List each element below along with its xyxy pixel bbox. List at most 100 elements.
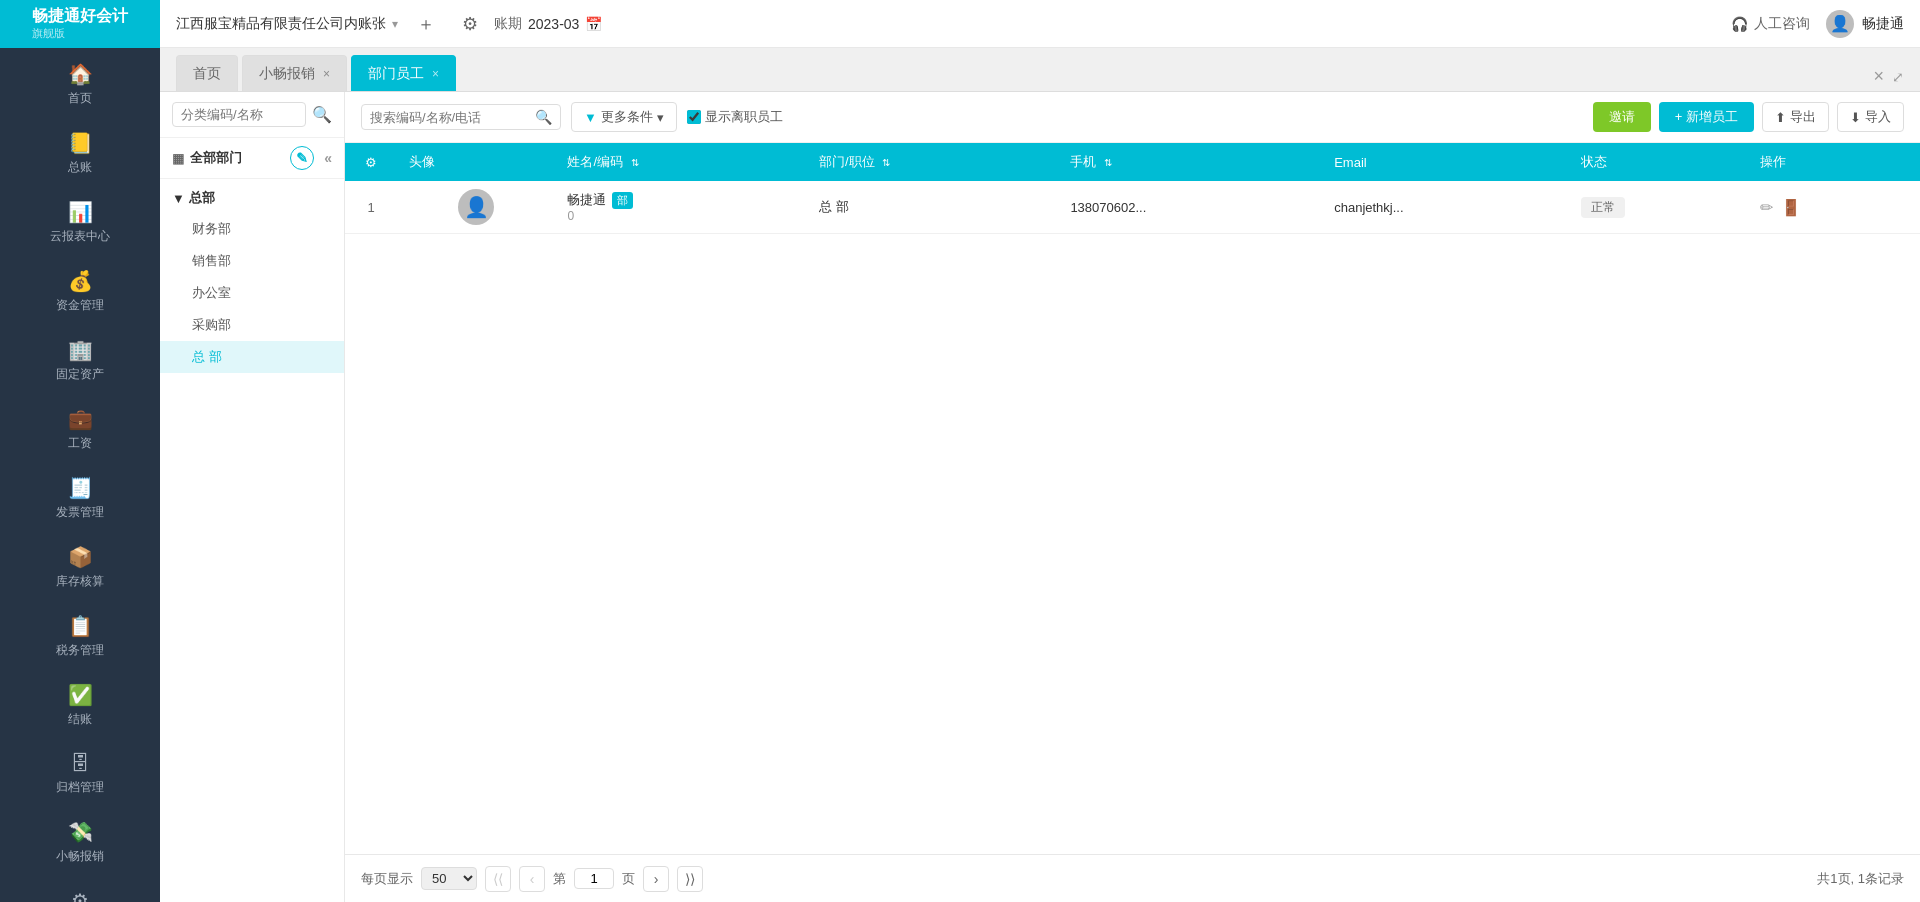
dept-header: ▦ 全部部门 ✎ « [160, 138, 344, 179]
col-phone[interactable]: 手机 ⇅ [1058, 143, 1322, 181]
logo-sub: 旗舰版 [32, 26, 128, 41]
dept-item-office[interactable]: 办公室 [160, 277, 344, 309]
first-page-button[interactable]: ⟨⟨ [485, 866, 511, 892]
col-dept[interactable]: 部门/职位 ⇅ [807, 143, 1058, 181]
invoice-icon: 🧾 [68, 476, 93, 500]
sidebar-item-assets[interactable]: 🏢 固定资产 [0, 324, 160, 393]
sidebar-item-label: 云报表中心 [50, 228, 110, 245]
period-label: 账期 [494, 15, 522, 33]
next-page-button[interactable]: › [643, 866, 669, 892]
chevron-down-icon: ▾ [657, 110, 664, 125]
calendar-icon[interactable]: 📅 [585, 16, 602, 32]
dept-item-finance[interactable]: 财务部 [160, 213, 344, 245]
show-resigned-checkbox-label[interactable]: 显示离职员工 [687, 108, 783, 126]
dept-item-sales[interactable]: 销售部 [160, 245, 344, 277]
row-status: 正常 [1569, 181, 1749, 234]
delete-button[interactable]: 🚪 [1781, 198, 1801, 217]
row-index: 1 [345, 181, 397, 234]
book-icon: 📒 [68, 131, 93, 155]
dept-search-input[interactable] [172, 102, 306, 127]
page-size-select[interactable]: 50 20 100 [421, 867, 477, 890]
dept-badge: 部 [612, 192, 633, 209]
sidebar-item-label: 结账 [68, 711, 92, 728]
page-unit-label: 第 [553, 870, 566, 888]
filter-button[interactable]: ▼ 更多条件 ▾ [571, 102, 677, 132]
sidebar-item-reports[interactable]: 📊 云报表中心 [0, 186, 160, 255]
dept-group-total: ▼ 总部 [160, 183, 344, 213]
sidebar-item-tax[interactable]: 📋 税务管理 [0, 600, 160, 669]
topbar-actions: ＋ ⚙ [410, 8, 486, 40]
period-value: 2023-03 [528, 16, 579, 32]
sidebar-item-funds[interactable]: 💰 资金管理 [0, 255, 160, 324]
close-icon[interactable]: × [432, 67, 439, 81]
row-phone: 138070602... [1058, 181, 1322, 234]
sidebar-item-label: 归档管理 [56, 779, 104, 796]
dept-item-general[interactable]: 总 部 [160, 341, 344, 373]
close-icon[interactable]: × [323, 67, 330, 81]
add-employee-button[interactable]: + 新增员工 [1659, 102, 1754, 132]
settings-icon[interactable]: ⚙ [454, 8, 486, 40]
tab-expense[interactable]: 小畅报销 × [242, 55, 347, 91]
sidebar-item-label: 税务管理 [56, 642, 104, 659]
employee-search-box[interactable]: 🔍 [361, 104, 561, 130]
col-email: Email [1322, 143, 1569, 181]
content-area: 首页 小畅报销 × 部门员工 × × ⤢ 🔍 [160, 48, 1920, 902]
pagination-total: 共1页, 1条记录 [1817, 870, 1904, 888]
sidebar-item-expense[interactable]: 💸 小畅报销 [0, 806, 160, 875]
table-row: 1 👤 畅捷通 [345, 181, 1920, 234]
main-layout: 🏠 首页 📒 总账 📊 云报表中心 💰 资金管理 🏢 固定资产 💼 工资 🧾 发… [0, 48, 1920, 902]
service-button[interactable]: 🎧 人工咨询 [1731, 15, 1810, 33]
gear-icon: ⚙ [71, 889, 89, 902]
collapse-icon[interactable]: « [324, 150, 332, 166]
dept-edit-button[interactable]: ✎ [290, 146, 314, 170]
row-dept: 总 部 [807, 181, 1058, 234]
sidebar-item-label: 总账 [68, 159, 92, 176]
add-button[interactable]: ＋ [410, 8, 442, 40]
dept-item-purchase[interactable]: 采购部 [160, 309, 344, 341]
sidebar-item-ledger[interactable]: 📒 总账 [0, 117, 160, 186]
col-action: 操作 [1748, 143, 1920, 181]
export-button[interactable]: ⬆ 导出 [1762, 102, 1829, 132]
tab-label: 首页 [193, 65, 221, 83]
search-icon[interactable]: 🔍 [535, 109, 552, 125]
service-label: 人工咨询 [1754, 15, 1810, 33]
col-name[interactable]: 姓名/编码 ⇅ [555, 143, 806, 181]
chevron-down-icon: ▾ [392, 17, 398, 31]
headset-icon: 🎧 [1731, 16, 1748, 32]
search-icon[interactable]: 🔍 [312, 105, 332, 124]
sidebar-item-archive[interactable]: 🗄 归档管理 [0, 738, 160, 806]
sidebar-item-invoice[interactable]: 🧾 发票管理 [0, 462, 160, 531]
show-resigned-checkbox[interactable] [687, 110, 701, 124]
dept-tree: ▼ 总部 财务部 销售部 办公室 采购部 总 部 [160, 179, 344, 902]
last-page-button[interactable]: ⟩⟩ [677, 866, 703, 892]
chart-icon: 📊 [68, 200, 93, 224]
user-name: 畅捷通 [1862, 15, 1904, 33]
edit-button[interactable]: ✏ [1760, 198, 1773, 217]
sidebar-item-settings[interactable]: ⚙ 基础设置 [0, 875, 160, 902]
user-area[interactable]: 👤 畅捷通 [1826, 10, 1904, 38]
invite-button[interactable]: 邀请 [1593, 102, 1651, 132]
col-settings[interactable]: ⚙ [345, 143, 397, 181]
sidebar-item-salary[interactable]: 💼 工资 [0, 393, 160, 462]
page-input[interactable] [574, 868, 614, 889]
sidebar-item-label: 首页 [68, 90, 92, 107]
import-button[interactable]: ⬇ 导入 [1837, 102, 1904, 132]
sidebar-item-settle[interactable]: ✅ 结账 [0, 669, 160, 738]
tab-label: 部门员工 [368, 65, 424, 83]
tab-bar: 首页 小畅报销 × 部门员工 × × ⤢ [160, 48, 1920, 92]
prev-page-button[interactable]: ‹ [519, 866, 545, 892]
employee-toolbar: 🔍 ▼ 更多条件 ▾ 显示离职员工 邀请 + 新增员工 [345, 92, 1920, 143]
row-avatar-cell: 👤 [397, 181, 555, 234]
company-selector[interactable]: 江西服宝精品有限责任公司内账张 ▾ [176, 15, 398, 33]
sidebar-item-inventory[interactable]: 📦 库存核算 [0, 531, 160, 600]
employee-search-input[interactable] [370, 110, 535, 125]
close-window-button[interactable]: × [1873, 66, 1884, 87]
tab-dept[interactable]: 部门员工 × [351, 55, 456, 91]
status-badge: 正常 [1581, 197, 1625, 218]
import-icon: ⬇ [1850, 110, 1861, 125]
expand-window-button[interactable]: ⤢ [1892, 69, 1904, 85]
topbar-right: 🎧 人工咨询 👤 畅捷通 [1731, 10, 1904, 38]
person-icon: 👤 [464, 195, 489, 219]
tab-home[interactable]: 首页 [176, 55, 238, 91]
sidebar-item-home[interactable]: 🏠 首页 [0, 48, 160, 117]
